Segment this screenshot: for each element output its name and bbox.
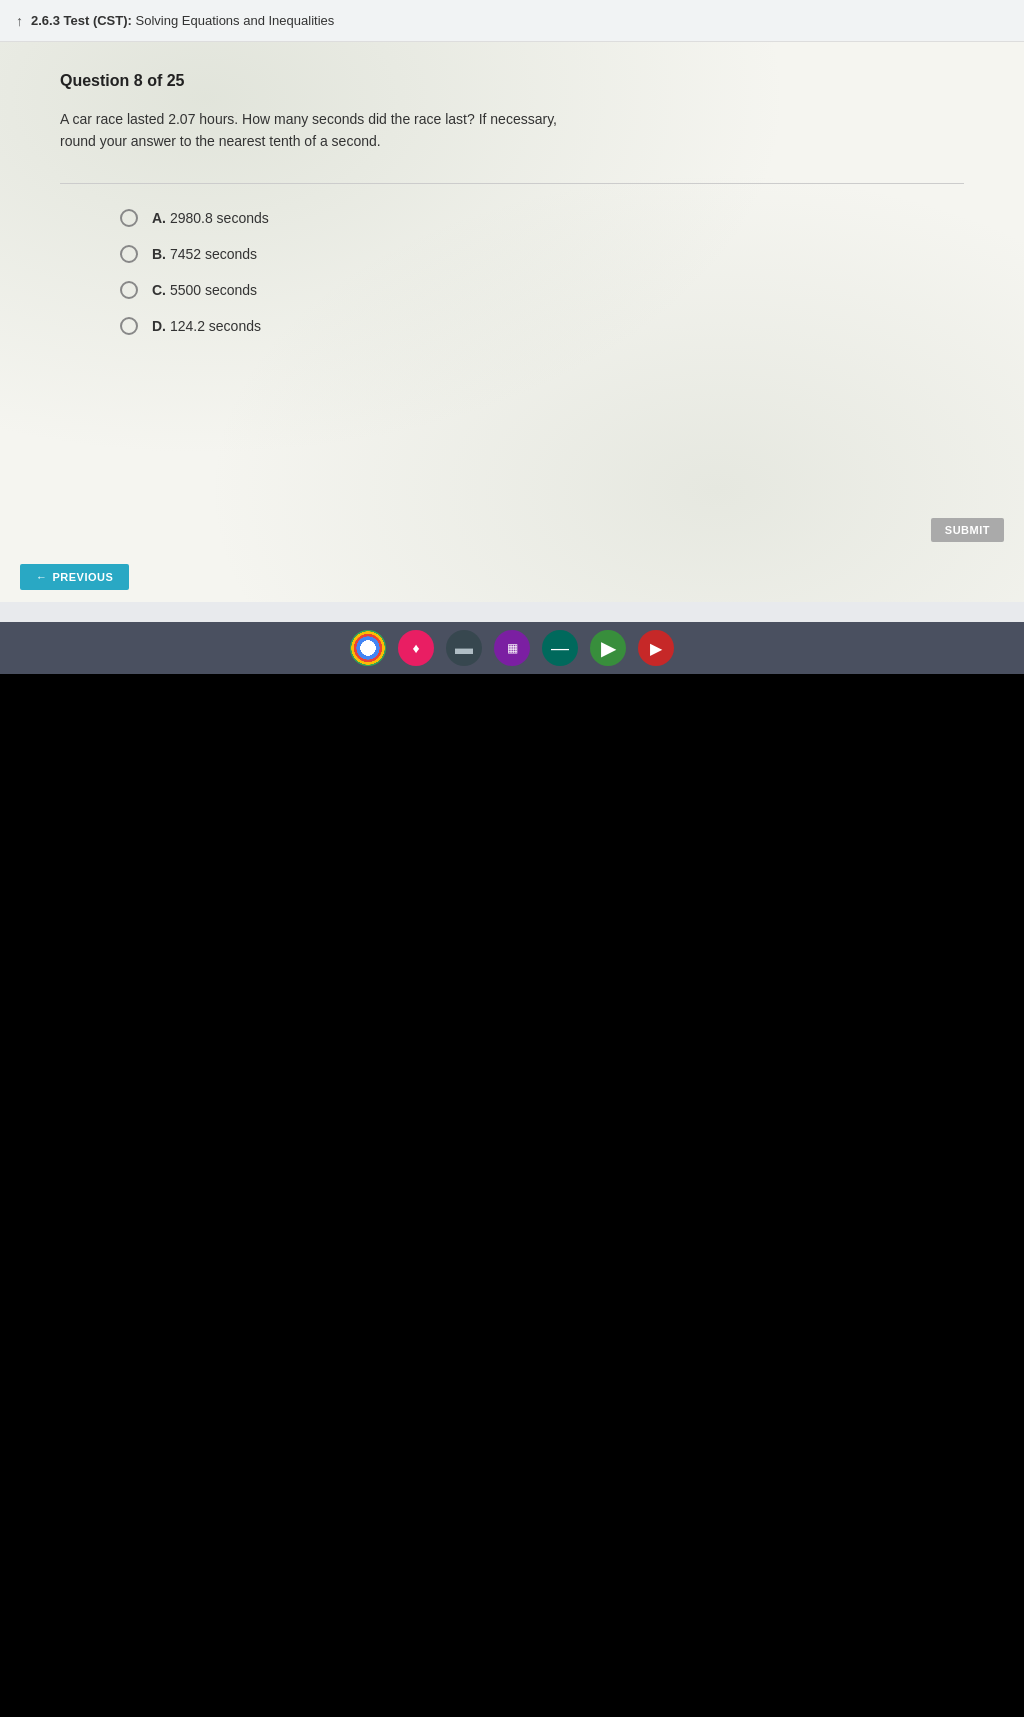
taskbar-chrome-icon[interactable] xyxy=(350,630,386,666)
radio-c[interactable] xyxy=(120,281,138,299)
taskbar-pink-icon[interactable]: ♦ xyxy=(398,630,434,666)
bottom-black-area xyxy=(0,674,1024,1717)
radio-b[interactable] xyxy=(120,245,138,263)
submit-button[interactable]: SUBMIT xyxy=(931,518,1004,542)
previous-button[interactable]: PREVIOUS xyxy=(20,564,129,590)
divider xyxy=(60,183,964,184)
taskbar-dark-icon[interactable]: ▬ xyxy=(446,630,482,666)
back-icon[interactable]: ↑ xyxy=(16,13,23,29)
label-a: A. 2980.8 seconds xyxy=(152,210,269,226)
question-card: Question 8 of 25 A car race lasted 2.07 … xyxy=(0,42,1024,602)
option-b[interactable]: B. 7452 seconds xyxy=(120,245,964,263)
label-d: D. 124.2 seconds xyxy=(152,318,261,334)
taskbar-purple-icon[interactable]: ▦ xyxy=(494,630,530,666)
subtitle-text: Solving Equations and Inequalities xyxy=(136,13,335,28)
taskbar-green-icon[interactable]: ▶ xyxy=(590,630,626,666)
top-bar: ↑ 2.6.3 Test (CST): Solving Equations an… xyxy=(0,0,1024,42)
question-text: A car race lasted 2.07 hours. How many s… xyxy=(60,108,580,153)
option-d[interactable]: D. 124.2 seconds xyxy=(120,317,964,335)
option-a[interactable]: A. 2980.8 seconds xyxy=(120,209,964,227)
breadcrumb-title: 2.6.3 Test (CST): Solving Equations and … xyxy=(31,13,334,28)
label-c: C. 5500 seconds xyxy=(152,282,257,298)
radio-a[interactable] xyxy=(120,209,138,227)
taskbar-red-icon[interactable]: ▶ xyxy=(638,630,674,666)
content-area: Question 8 of 25 A car race lasted 2.07 … xyxy=(0,42,1024,622)
answer-options: A. 2980.8 seconds B. 7452 seconds C. 550… xyxy=(60,209,964,335)
question-number: Question 8 of 25 xyxy=(60,72,964,90)
option-c[interactable]: C. 5500 seconds xyxy=(120,281,964,299)
taskbar-teal-icon[interactable]: — xyxy=(542,630,578,666)
label-b: B. 7452 seconds xyxy=(152,246,257,262)
taskbar: ♦ ▬ ▦ — ▶ ▶ xyxy=(0,622,1024,674)
radio-d[interactable] xyxy=(120,317,138,335)
